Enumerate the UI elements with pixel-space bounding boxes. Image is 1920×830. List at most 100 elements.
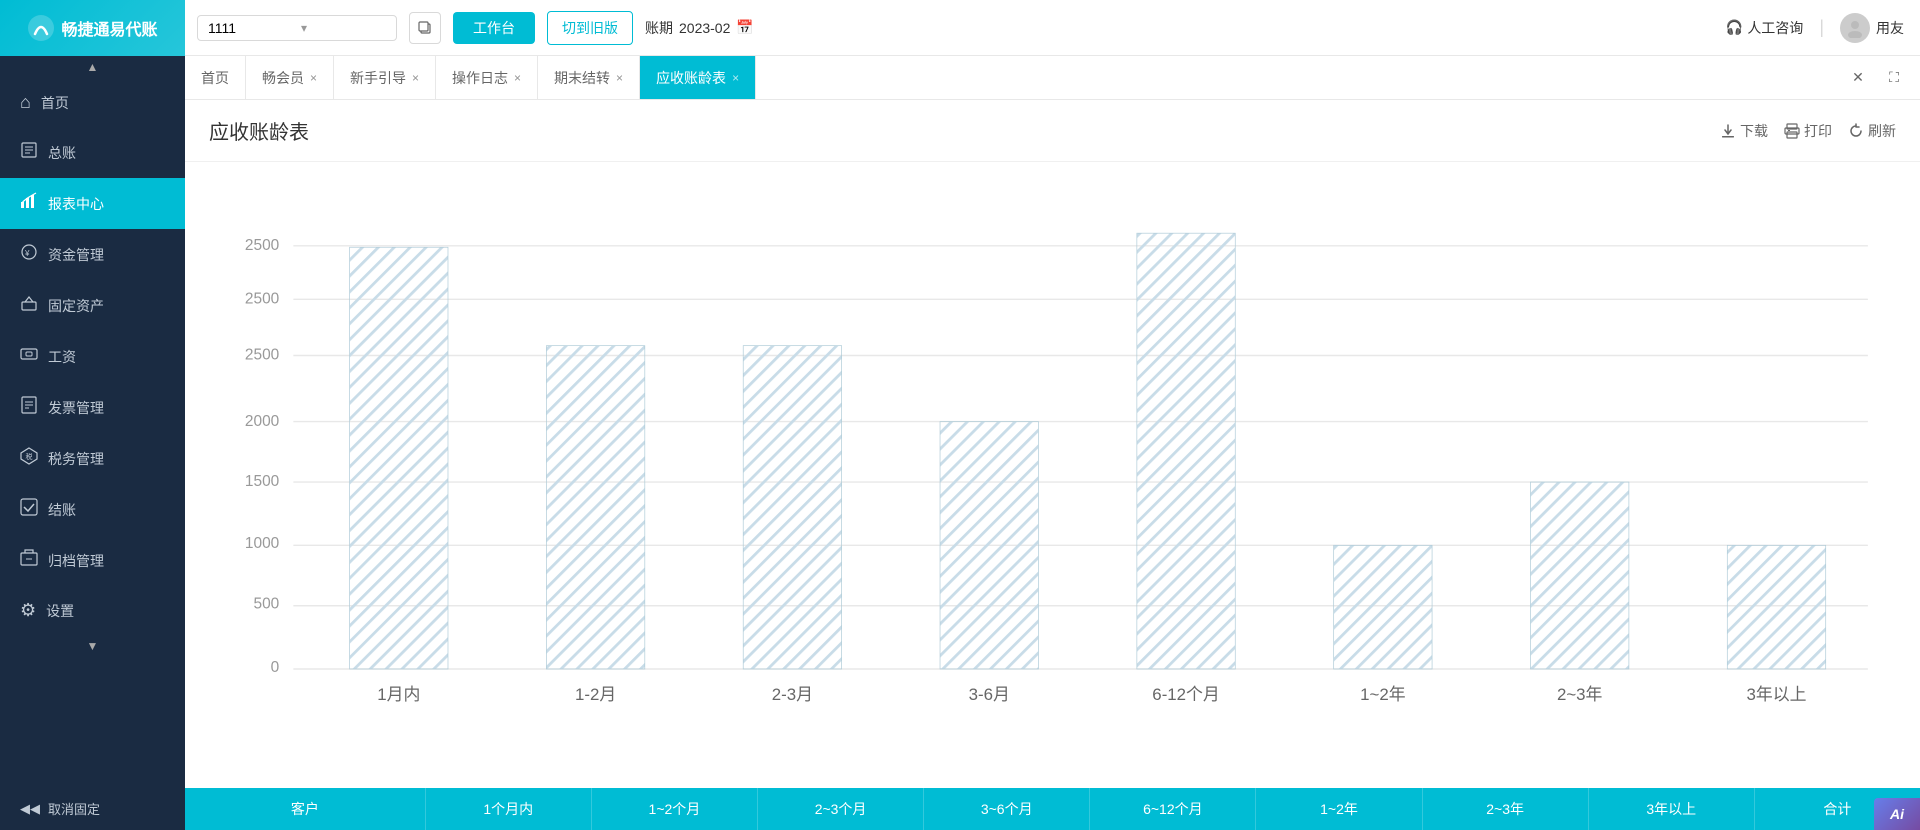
sidebar-label-capital: 资金管理 bbox=[48, 245, 104, 265]
page-content: 应收账龄表 下载 bbox=[185, 100, 1920, 830]
headset-icon: 🎧 bbox=[1726, 19, 1743, 36]
copy-button[interactable] bbox=[409, 12, 441, 44]
refresh-button[interactable]: 刷新 bbox=[1848, 121, 1896, 141]
company-selector[interactable]: 1111 ▾ bbox=[197, 15, 397, 41]
archive-icon bbox=[20, 549, 38, 572]
sidebar-item-asset[interactable]: 固定资产 bbox=[0, 280, 185, 331]
company-dropdown-arrow: ▾ bbox=[301, 21, 386, 35]
report-svg-icon bbox=[20, 192, 38, 210]
sidebar-label-salary: 工资 bbox=[48, 347, 76, 367]
x-label-1-2year: 1~2年 bbox=[1360, 685, 1406, 704]
print-label: 打印 bbox=[1804, 121, 1832, 141]
aging-chart: 2500 2500 2500 2000 1500 1000 500 0 bbox=[209, 178, 1896, 772]
y-label-0: 0 bbox=[271, 659, 280, 676]
sidebar-scroll-up[interactable]: ▲ bbox=[0, 56, 185, 78]
th-1-2year: 1~2年 bbox=[1256, 788, 1422, 830]
switch-button[interactable]: 切到旧版 bbox=[547, 11, 633, 45]
tab-aging-close[interactable]: × bbox=[732, 71, 739, 85]
table-header: 客户 1个月内 1~2个月 2~3个月 3~6个月 6~12个月 1~2年 2~… bbox=[185, 788, 1920, 830]
tab-oplog[interactable]: 操作日志 × bbox=[436, 56, 538, 99]
sidebar-item-settings[interactable]: ⚙ 设置 bbox=[0, 586, 185, 635]
service-button[interactable]: 🎧 人工咨询 bbox=[1726, 18, 1803, 38]
sidebar-label-ledger: 总账 bbox=[48, 143, 76, 163]
sidebar-item-tax[interactable]: 税 税务管理 bbox=[0, 433, 185, 484]
cancel-fixed-icon: ◀◀ bbox=[20, 801, 40, 817]
page-actions: 下载 打印 bbox=[1720, 121, 1896, 141]
sidebar-label-asset: 固定资产 bbox=[48, 296, 104, 316]
tab-home[interactable]: 首页 bbox=[185, 56, 246, 99]
calendar-icon[interactable]: 📅 bbox=[736, 19, 753, 36]
th-3plus-year: 3年以上 bbox=[1589, 788, 1755, 830]
y-label-1000: 1000 bbox=[245, 535, 279, 552]
bar-2-3month bbox=[743, 346, 841, 669]
tab-guide-close[interactable]: × bbox=[412, 71, 419, 85]
sidebar-label-home: 首页 bbox=[41, 93, 69, 113]
y-label-2500c: 2500 bbox=[245, 237, 279, 254]
download-button[interactable]: 下载 bbox=[1720, 121, 1768, 141]
tax-svg-icon: 税 bbox=[20, 447, 38, 465]
invoice-icon bbox=[20, 396, 38, 419]
tab-member[interactable]: 畅会员 × bbox=[246, 56, 334, 99]
y-label-2500b: 2500 bbox=[245, 290, 279, 307]
user-button[interactable]: 用友 bbox=[1840, 13, 1904, 43]
ledger-svg-icon bbox=[20, 141, 38, 159]
sidebar-item-home[interactable]: ⌂ 首页 bbox=[0, 78, 185, 127]
tab-guide[interactable]: 新手引导 × bbox=[334, 56, 436, 99]
sidebar-scroll-down[interactable]: ▼ bbox=[0, 635, 185, 657]
tab-closing[interactable]: 期末结转 × bbox=[538, 56, 640, 99]
tab-aging[interactable]: 应收账龄表 × bbox=[640, 56, 756, 99]
checkout-icon bbox=[20, 498, 38, 521]
tab-member-close[interactable]: × bbox=[310, 71, 317, 85]
sidebar-item-archive[interactable]: 归档管理 bbox=[0, 535, 185, 586]
top-header: 畅捷通易代账 1111 ▾ 工作台 切到旧版 账期 2023-02 📅 🎧 人工… bbox=[0, 0, 1920, 56]
tab-maximize-button[interactable]: ⛶ bbox=[1880, 64, 1908, 92]
y-label-2500a: 2500 bbox=[245, 347, 279, 364]
bar-1-2year bbox=[1334, 545, 1432, 669]
asset-svg-icon bbox=[20, 294, 38, 312]
sidebar-item-report[interactable]: 报表中心 bbox=[0, 178, 185, 229]
archive-svg-icon bbox=[20, 549, 38, 567]
refresh-icon bbox=[1848, 123, 1864, 139]
cancel-fixed-button[interactable]: ◀◀ 取消固定 bbox=[0, 787, 185, 830]
logo-icon bbox=[27, 14, 55, 42]
logo-label: 畅捷通易代账 bbox=[61, 16, 157, 40]
service-label: 人工咨询 bbox=[1747, 18, 1803, 38]
sidebar-item-checkout[interactable]: 结账 bbox=[0, 484, 185, 535]
tax-icon: 税 bbox=[20, 447, 38, 470]
y-label-500: 500 bbox=[253, 596, 279, 613]
x-label-1-2month: 1-2月 bbox=[575, 685, 616, 704]
th-customer: 客户 bbox=[185, 788, 426, 830]
sidebar-label-settings: 设置 bbox=[46, 601, 74, 621]
checkout-svg-icon bbox=[20, 498, 38, 516]
print-button[interactable]: 打印 bbox=[1784, 121, 1832, 141]
tab-home-label: 首页 bbox=[201, 68, 229, 88]
th-2-3month: 2~3个月 bbox=[758, 788, 924, 830]
main-layout: ▲ ⌂ 首页 总账 bbox=[0, 56, 1920, 830]
bar-2-3year bbox=[1530, 482, 1628, 669]
sidebar-label-checkout: 结账 bbox=[48, 500, 76, 520]
sidebar-label-tax: 税务管理 bbox=[48, 449, 104, 469]
x-label-1month: 1月内 bbox=[377, 685, 420, 704]
print-icon bbox=[1784, 123, 1800, 139]
sidebar-item-capital[interactable]: ¥ 资金管理 bbox=[0, 229, 185, 280]
tab-aging-label: 应收账龄表 bbox=[656, 68, 726, 88]
workbench-button[interactable]: 工作台 bbox=[453, 12, 535, 44]
invoice-svg-icon bbox=[20, 396, 38, 414]
tab-close-all-button[interactable]: ✕ bbox=[1844, 64, 1872, 92]
tab-oplog-close[interactable]: × bbox=[514, 71, 521, 85]
tabs-actions: ✕ ⛶ bbox=[1832, 64, 1920, 92]
home-icon: ⌂ bbox=[20, 92, 31, 113]
sidebar-item-ledger[interactable]: 总账 bbox=[0, 127, 185, 178]
sidebar-item-salary[interactable]: 工资 bbox=[0, 331, 185, 382]
user-name: 用友 bbox=[1876, 18, 1904, 38]
chart-container: 2500 2500 2500 2000 1500 1000 500 0 bbox=[185, 162, 1920, 788]
avatar bbox=[1840, 13, 1870, 43]
ledger-icon bbox=[20, 141, 38, 164]
sidebar-item-invoice[interactable]: 发票管理 bbox=[0, 382, 185, 433]
tab-closing-close[interactable]: × bbox=[616, 71, 623, 85]
copy-icon bbox=[417, 20, 433, 36]
capital-icon: ¥ bbox=[20, 243, 38, 266]
company-name: 1111 bbox=[208, 20, 293, 36]
salary-svg-icon bbox=[20, 345, 38, 363]
th-1-2month: 1~2个月 bbox=[592, 788, 758, 830]
